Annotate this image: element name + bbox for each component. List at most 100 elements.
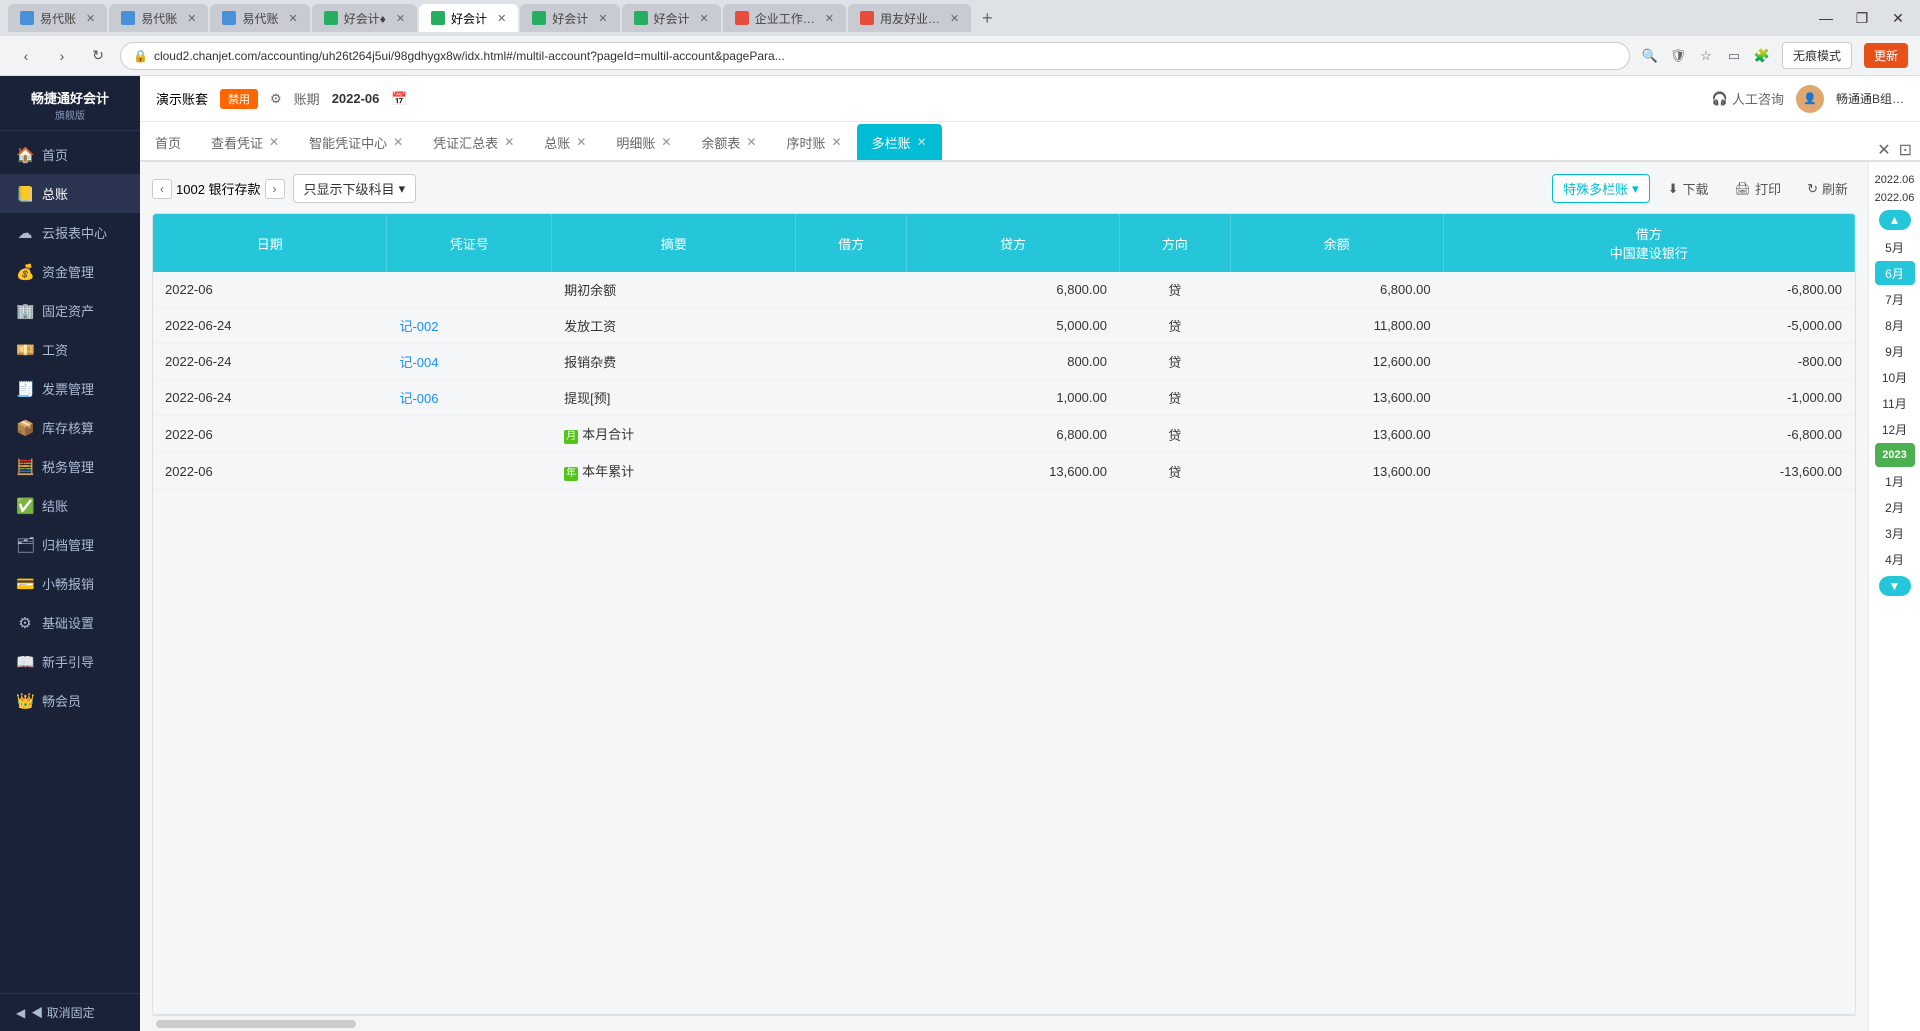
update-button[interactable]: 更新: [1864, 43, 1908, 68]
account-next-button[interactable]: ›: [265, 179, 285, 199]
browser-tab-6[interactable]: 好会计 ✕: [520, 4, 619, 32]
page-tab-summary-close[interactable]: ✕: [504, 135, 514, 149]
download-label: 下载: [1683, 179, 1709, 198]
tab-close-6[interactable]: ✕: [598, 12, 607, 25]
sidebar-item-expense[interactable]: 💳 小畅报销: [0, 564, 140, 603]
voucher-link-2[interactable]: 记-004: [399, 355, 438, 370]
tab-close-9[interactable]: ✕: [950, 12, 959, 25]
month-item-2023-2[interactable]: 2月: [1875, 495, 1915, 519]
sidebar-item-guide[interactable]: 📖 新手引导: [0, 642, 140, 681]
sidebar-item-tax[interactable]: 🧮 税务管理: [0, 447, 140, 486]
close-button[interactable]: ✕: [1884, 8, 1912, 28]
month-item-11[interactable]: 11月: [1875, 391, 1915, 415]
sidebar-item-invoice[interactable]: 🧾 发票管理: [0, 369, 140, 408]
browser-tab-9[interactable]: 用友好业… ✕: [848, 4, 971, 32]
page-tab-sequence[interactable]: 序时账 ✕: [771, 124, 856, 160]
browser-tab-1[interactable]: 易代账 ✕: [8, 4, 107, 32]
address-input[interactable]: 🔒 cloud2.chanjet.com/accounting/uh26t264…: [120, 42, 1630, 70]
month-item-9[interactable]: 9月: [1875, 339, 1915, 363]
special-multicolumn-button[interactable]: 特殊多栏账 ▾: [1552, 174, 1650, 203]
shield-icon[interactable]: 🛡: [1666, 44, 1690, 68]
sidebar-toggle-icon[interactable]: ▭: [1722, 44, 1746, 68]
sidebar-item-payroll[interactable]: 💴 工资: [0, 330, 140, 369]
browser-tab-8[interactable]: 企业工作… ✕: [723, 4, 846, 32]
page-tab-detail-close[interactable]: ✕: [661, 135, 671, 149]
print-button[interactable]: 🖨 打印: [1727, 175, 1790, 202]
page-tab-summary[interactable]: 凭证汇总表 ✕: [418, 124, 529, 160]
browser-tab-7[interactable]: 好会计 ✕: [622, 4, 721, 32]
page-tab-voucher[interactable]: 查看凭证 ✕: [196, 124, 294, 160]
scroll-down-button[interactable]: ▼: [1879, 576, 1911, 596]
calendar-icon[interactable]: 📅: [391, 91, 407, 107]
month-item-2023-3[interactable]: 3月: [1875, 521, 1915, 545]
scroll-up-button[interactable]: ▲: [1879, 210, 1911, 230]
voucher-link-3[interactable]: 记-006: [399, 391, 438, 406]
page-tab-smart[interactable]: 智能凭证中心 ✕: [294, 124, 418, 160]
expand-panel-icon[interactable]: ⊡: [1899, 140, 1912, 160]
page-tab-detail[interactable]: 明细账 ✕: [601, 124, 686, 160]
tab-close-7[interactable]: ✕: [700, 12, 709, 25]
sidebar-item-settle[interactable]: ✅ 结账: [0, 486, 140, 525]
browser-tab-5[interactable]: 好会计 ✕: [419, 4, 518, 32]
month-item-6[interactable]: 6月: [1875, 261, 1915, 285]
sidebar-item-assets[interactable]: 🏢 固定资产: [0, 291, 140, 330]
page-tab-smart-close[interactable]: ✕: [393, 135, 403, 149]
page-tab-home[interactable]: 首页: [140, 124, 196, 160]
page-tab-balance-close[interactable]: ✕: [746, 135, 756, 149]
consult-button[interactable]: 🎧 人工咨询: [1712, 89, 1784, 108]
back-button[interactable]: ‹: [12, 42, 40, 70]
page-tab-balance[interactable]: 余额表 ✕: [686, 124, 771, 160]
extension-icon[interactable]: 🧩: [1750, 44, 1774, 68]
page-tab-sequence-close[interactable]: ✕: [832, 135, 842, 149]
month-item-7[interactable]: 7月: [1875, 287, 1915, 311]
month-item-10[interactable]: 10月: [1875, 365, 1915, 389]
tab-close-3[interactable]: ✕: [288, 12, 297, 25]
search-icon[interactable]: 🔍: [1638, 44, 1662, 68]
month-item-2023-1[interactable]: 1月: [1875, 469, 1915, 493]
forward-button[interactable]: ›: [48, 42, 76, 70]
sidebar-collapse[interactable]: ◀ ◀ 取消固定: [0, 993, 140, 1031]
voucher-link-1[interactable]: 记-002: [399, 319, 438, 334]
browser-tab-2[interactable]: 易代账 ✕: [109, 4, 208, 32]
page-tab-multicolumn[interactable]: 多栏账 ✕: [857, 124, 942, 160]
sidebar-item-funds[interactable]: 💰 资金管理: [0, 252, 140, 291]
sidebar-item-settings[interactable]: ⚙ 基础设置: [0, 603, 140, 642]
close-panel-icon[interactable]: ✕: [1877, 140, 1890, 160]
browser-tab-4[interactable]: 好会计♦ ✕: [312, 4, 417, 32]
tab-close-1[interactable]: ✕: [86, 12, 95, 25]
browser-tab-3[interactable]: 易代账 ✕: [210, 4, 309, 32]
sidebar-item-ledger[interactable]: 📒 总账: [0, 174, 140, 213]
sidebar-item-member[interactable]: 👑 畅会员: [0, 681, 140, 720]
new-tab-button[interactable]: +: [973, 4, 1001, 32]
stealth-mode-button[interactable]: 无痕模式: [1782, 42, 1852, 69]
month-item-12[interactable]: 12月: [1875, 417, 1915, 441]
star-icon[interactable]: ☆: [1694, 44, 1718, 68]
page-tab-voucher-close[interactable]: ✕: [269, 135, 279, 149]
settings-gear-icon[interactable]: ⚙: [270, 91, 282, 107]
horizontal-scrollbar[interactable]: [152, 1015, 1856, 1031]
page-tab-multicolumn-close[interactable]: ✕: [917, 135, 927, 149]
minimize-button[interactable]: —: [1812, 8, 1840, 28]
tab-close-5[interactable]: ✕: [497, 12, 506, 25]
user-avatar[interactable]: 👤: [1796, 85, 1824, 113]
sidebar-item-inventory[interactable]: 📦 库存核算: [0, 408, 140, 447]
sidebar-item-reports[interactable]: ☁ 云报表中心: [0, 213, 140, 252]
page-tab-general[interactable]: 总账 ✕: [529, 124, 601, 160]
account-prev-button[interactable]: ‹: [152, 179, 172, 199]
restore-button[interactable]: ❐: [1848, 8, 1876, 28]
month-item-5[interactable]: 5月: [1875, 235, 1915, 259]
tab-close-8[interactable]: ✕: [825, 12, 834, 25]
tab-close-2[interactable]: ✕: [187, 12, 196, 25]
download-button[interactable]: ⬇ 下载: [1660, 175, 1717, 202]
sidebar-item-home[interactable]: 🏠 首页: [0, 135, 140, 174]
scrollbar-thumb[interactable]: [156, 1020, 356, 1028]
ledger-table-wrapper: 日期 凭证号 摘要 借方 贷方 方向 余额 借方 中国建: [152, 213, 1856, 1015]
filter-dropdown[interactable]: 只显示下级科目 ▾: [293, 174, 417, 203]
tab-close-4[interactable]: ✕: [396, 12, 405, 25]
reload-button[interactable]: ↻: [84, 42, 112, 70]
refresh-button[interactable]: ↻ 刷新: [1799, 175, 1856, 202]
month-item-8[interactable]: 8月: [1875, 313, 1915, 337]
sidebar-item-archive[interactable]: 🗂 归档管理: [0, 525, 140, 564]
month-item-2023-4[interactable]: 4月: [1875, 547, 1915, 571]
page-tab-general-close[interactable]: ✕: [576, 135, 586, 149]
